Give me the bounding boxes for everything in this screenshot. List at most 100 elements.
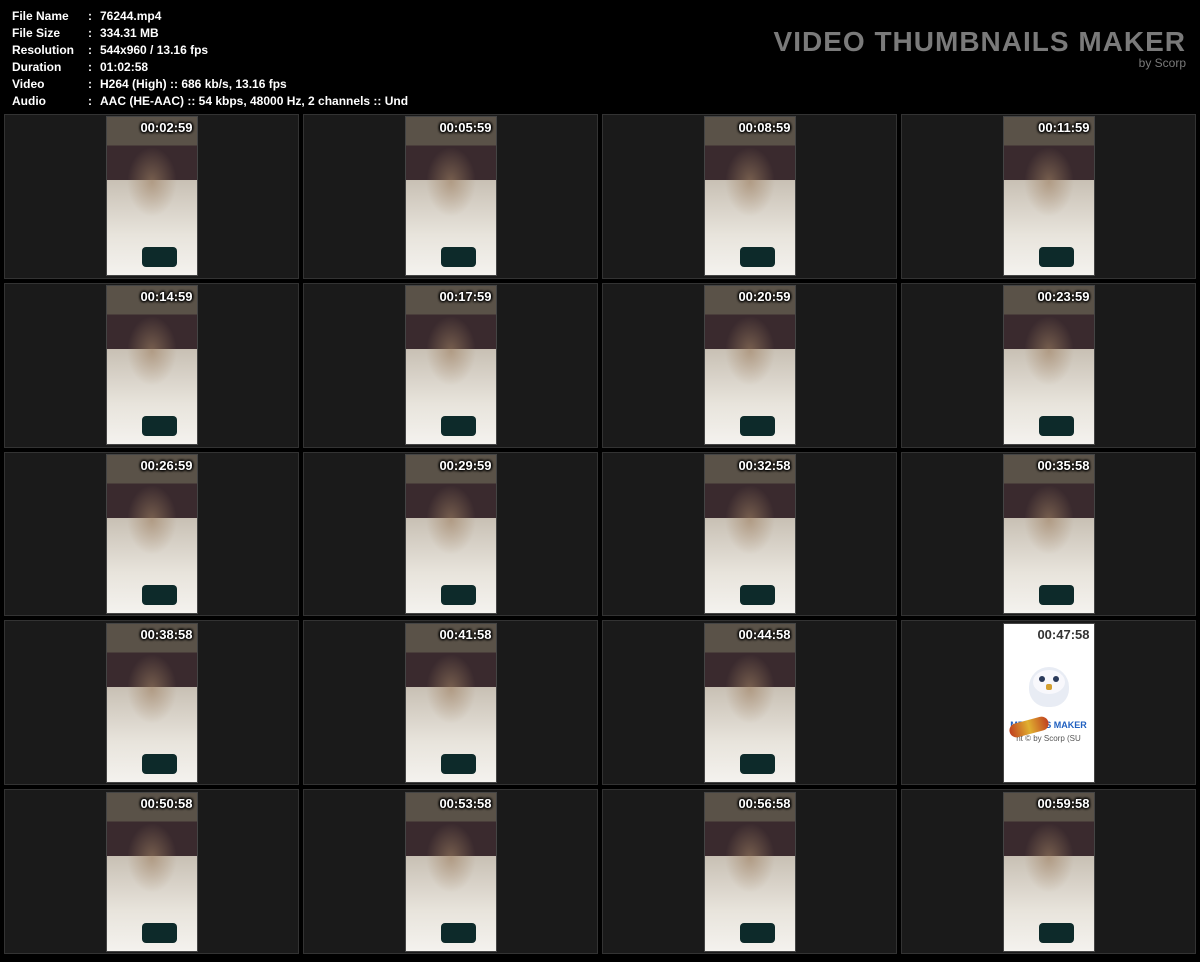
thumbnail-cell: 00:23:59 [901, 283, 1196, 448]
thumb-content-shape [127, 147, 177, 217]
timestamp-label: 00:20:59 [736, 288, 792, 305]
timestamp-label: 00:23:59 [1035, 288, 1091, 305]
branding-block: VIDEO THUMBNAILS MAKER by Scorp [774, 8, 1188, 104]
resolution-label: Resolution [12, 42, 88, 59]
thumb-object [740, 416, 775, 436]
thumb-content-shape [426, 654, 476, 724]
thumbnail-image: 00:29:59 [405, 454, 497, 614]
thumb-object [142, 416, 177, 436]
timestamp-label: 00:02:59 [138, 119, 194, 136]
filesize-label: File Size [12, 25, 88, 42]
watermark-line2: nt © by Scorp (SU [1016, 734, 1081, 743]
thumbnail-image: 00:41:58 [405, 623, 497, 783]
video-label: Video [12, 76, 88, 93]
meta-sep: : [88, 25, 100, 42]
timestamp-label: 00:14:59 [138, 288, 194, 305]
thumbnail-image: 00:14:59 [106, 285, 198, 445]
thumb-content-shape [1024, 147, 1074, 217]
thumb-object [441, 754, 476, 774]
meta-row-audio: Audio : AAC (HE-AAC) :: 54 kbps, 48000 H… [12, 93, 408, 110]
thumbnail-image: 00:35:58 [1003, 454, 1095, 614]
thumb-content-shape [426, 485, 476, 555]
thumbnail-image: 00:20:59 [704, 285, 796, 445]
thumbnail-image: 00:11:59 [1003, 116, 1095, 276]
thumbnail-image: 00:08:59 [704, 116, 796, 276]
thumb-object [740, 923, 775, 943]
thumb-object [1039, 416, 1074, 436]
thumbnail-cell: 00:26:59 [4, 452, 299, 617]
thumb-content-shape [1024, 823, 1074, 893]
timestamp-label: 00:29:59 [437, 457, 493, 474]
thumbnail-cell: 00:14:59 [4, 283, 299, 448]
thumbnail-cell: 00:32:58 [602, 452, 897, 617]
thumb-content-shape [1024, 485, 1074, 555]
timestamp-label: 00:38:58 [138, 626, 194, 643]
thumb-object [1039, 585, 1074, 605]
thumbnail-image: 00:53:58 [405, 792, 497, 952]
timestamp-label: 00:17:59 [437, 288, 493, 305]
meta-row-filesize: File Size : 334.31 MB [12, 25, 408, 42]
thumb-content-shape [127, 654, 177, 724]
thumbnail-image: 00:59:58 [1003, 792, 1095, 952]
thumbnail-cell: 00:50:58 [4, 789, 299, 954]
meta-row-resolution: Resolution : 544x960 / 13.16 fps [12, 42, 408, 59]
thumbnail-cell: 00:59:58 [901, 789, 1196, 954]
duration-value: 01:02:58 [100, 59, 148, 76]
meta-sep: : [88, 59, 100, 76]
thumb-object [142, 585, 177, 605]
thumb-content-shape [725, 823, 775, 893]
thumbnail-image: 00:05:59 [405, 116, 497, 276]
thumbnail-cell: 00:17:59 [303, 283, 598, 448]
thumb-content-shape [725, 654, 775, 724]
thumb-object [142, 247, 177, 267]
thumb-content-shape [725, 316, 775, 386]
thumb-object [740, 585, 775, 605]
filesize-value: 334.31 MB [100, 25, 159, 42]
meta-row-filename: File Name : 76244.mp4 [12, 8, 408, 25]
thumbnail-image: 00:26:59 [106, 454, 198, 614]
timestamp-label: 00:53:58 [437, 795, 493, 812]
thumb-content-shape [426, 147, 476, 217]
thumbnail-image: 00:50:58 [106, 792, 198, 952]
timestamp-label: 00:08:59 [736, 119, 792, 136]
meta-sep: : [88, 8, 100, 25]
thumb-content-shape [127, 316, 177, 386]
timestamp-label: 00:11:59 [1036, 119, 1091, 136]
thumbnail-cell: 00:20:59 [602, 283, 897, 448]
timestamp-label: 00:50:58 [138, 795, 194, 812]
thumbnail-cell: 00:47:58 MBNAILS MAKER nt © by Scorp (SU [901, 620, 1196, 785]
thumb-object [1039, 923, 1074, 943]
meta-sep: : [88, 42, 100, 59]
thumbnail-cell: 00:44:58 [602, 620, 897, 785]
thumbnail-image: 00:38:58 [106, 623, 198, 783]
timestamp-label: 00:44:58 [736, 626, 792, 643]
thumbnail-image: 00:02:59 [106, 116, 198, 276]
thumbnail-cell: 00:11:59 [901, 114, 1196, 279]
thumb-content-shape [426, 316, 476, 386]
thumbnail-image: 00:56:58 [704, 792, 796, 952]
thumb-content-shape [1024, 316, 1074, 386]
thumb-object [441, 923, 476, 943]
thumb-object [142, 923, 177, 943]
timestamp-label: 00:32:58 [736, 457, 792, 474]
thumb-object [441, 416, 476, 436]
thumb-object [441, 585, 476, 605]
audio-value: AAC (HE-AAC) :: 54 kbps, 48000 Hz, 2 cha… [100, 93, 408, 110]
meta-row-duration: Duration : 01:02:58 [12, 59, 408, 76]
thumb-content-shape [127, 485, 177, 555]
thumbnail-cell: 00:02:59 [4, 114, 299, 279]
owl-icon [1019, 662, 1079, 712]
thumb-object [740, 247, 775, 267]
filename-label: File Name [12, 8, 88, 25]
meta-row-video: Video : H264 (High) :: 686 kb/s, 13.16 f… [12, 76, 408, 93]
thumb-object [1039, 247, 1074, 267]
thumbnail-grid: 00:02:59 00:05:59 00:08:59 00:11:59 00:1… [0, 110, 1200, 958]
thumbnail-cell: 00:05:59 [303, 114, 598, 279]
thumb-object [740, 754, 775, 774]
thumb-content-shape [426, 823, 476, 893]
thumbnail-image: 00:44:58 [704, 623, 796, 783]
meta-sep: : [88, 76, 100, 93]
video-value: H264 (High) :: 686 kb/s, 13.16 fps [100, 76, 287, 93]
header-bar: File Name : 76244.mp4 File Size : 334.31… [0, 0, 1200, 110]
thumb-object [441, 247, 476, 267]
